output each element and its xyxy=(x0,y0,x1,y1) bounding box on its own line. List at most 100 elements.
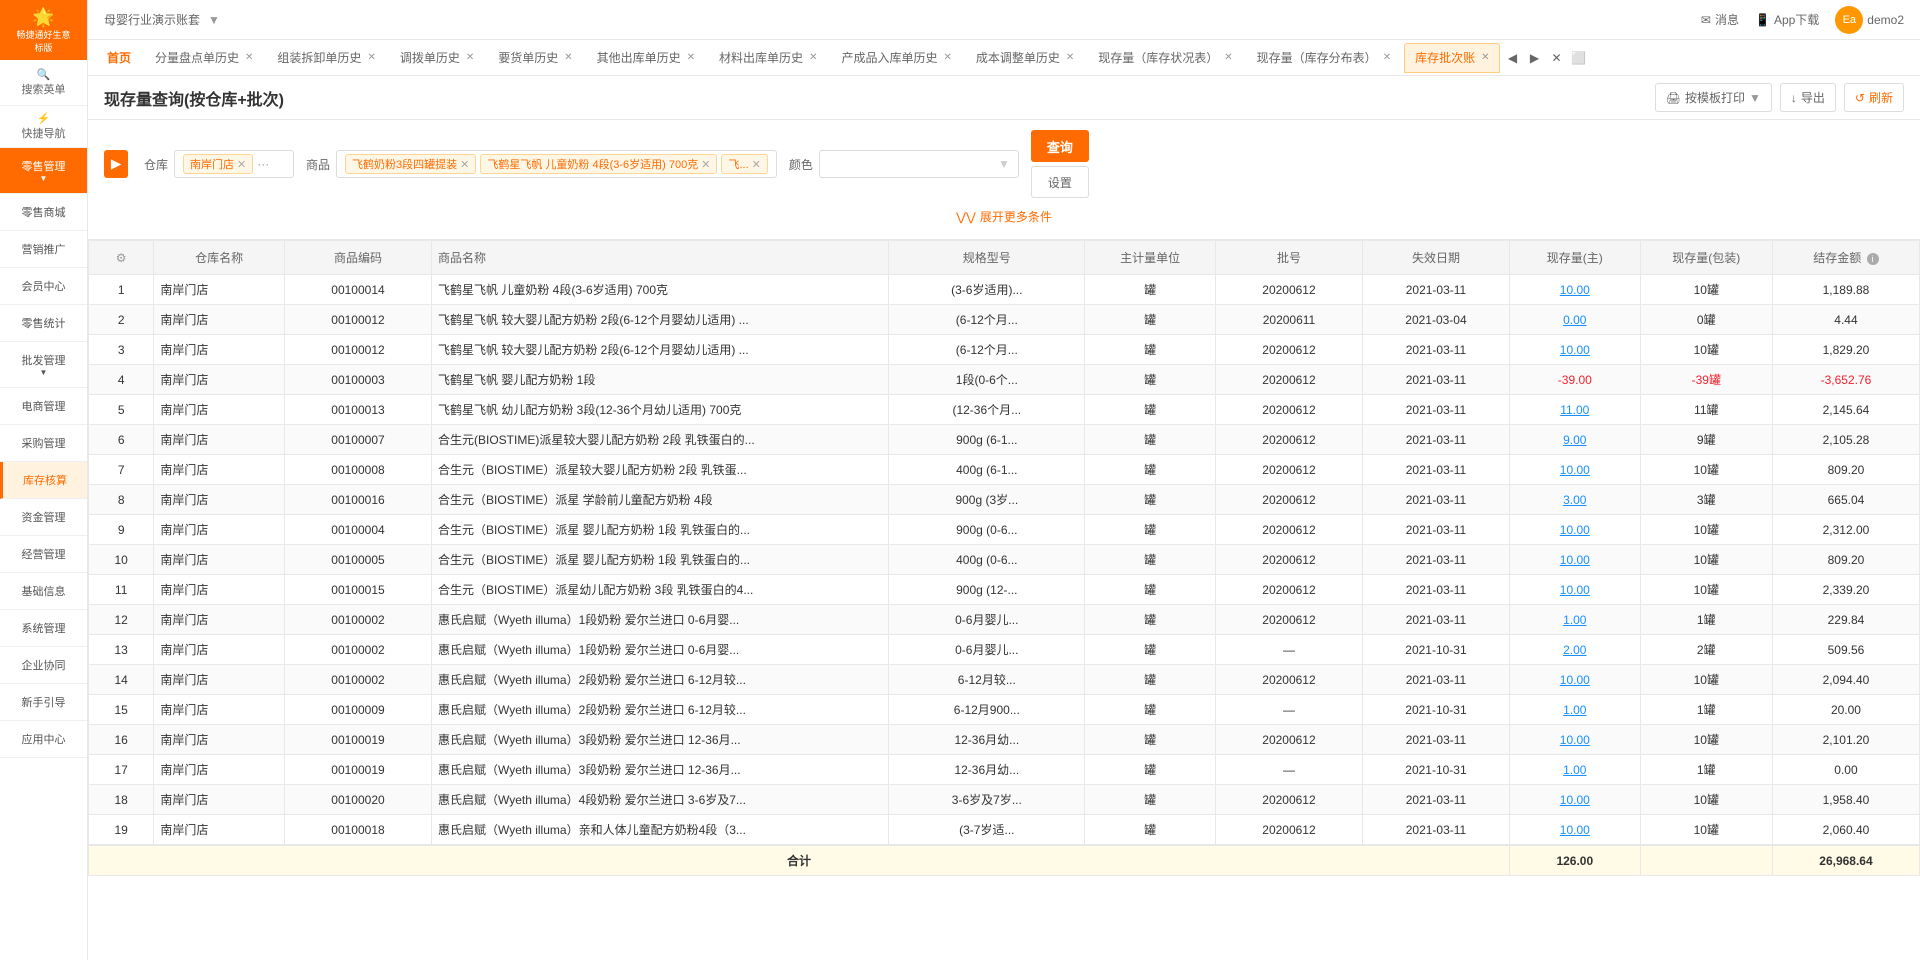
filter-expand-arrow[interactable]: ▶ xyxy=(104,150,128,178)
account-dropdown-icon[interactable]: ▼ xyxy=(208,13,220,27)
row-name-10: 合生元（BIOSTIME）派星幼儿配方奶粉 3段 乳铁蛋白的4... xyxy=(431,575,888,605)
row-code-0: 00100014 xyxy=(284,275,431,305)
tab-next-btn[interactable]: ▶ xyxy=(1524,48,1544,68)
refresh-button[interactable]: ↺ 刷新 xyxy=(1844,83,1904,112)
sidebar-item-member[interactable]: 会员中心 xyxy=(0,268,87,305)
sidebar-item-app-center[interactable]: 应用中心 xyxy=(0,721,87,758)
expand-conditions-btn[interactable]: ⋁⋁ 展开更多条件 xyxy=(956,208,1052,225)
tab-9[interactable]: 现存量（库存状况表） ✕ xyxy=(1087,43,1243,73)
sidebar-item-purchase[interactable]: 采购管理 xyxy=(0,425,87,462)
warehouse-tag-close[interactable]: ✕ xyxy=(237,158,246,171)
tab-home[interactable]: 首页 xyxy=(96,43,142,73)
tab-maximize-btn[interactable]: ⬜ xyxy=(1568,48,1588,68)
row-qty-8[interactable]: 10.00 xyxy=(1509,515,1640,545)
tab-7-close[interactable]: ✕ xyxy=(943,52,951,63)
row-qty-17[interactable]: 10.00 xyxy=(1509,785,1640,815)
row-qty-1[interactable]: 0.00 xyxy=(1509,305,1640,335)
product-tag-3-close[interactable]: ✕ xyxy=(752,158,761,171)
sidebar-item-retail-stats[interactable]: 零售统计 xyxy=(0,305,87,342)
tab-10[interactable]: 现存量（库存分布表） ✕ xyxy=(1246,43,1402,73)
row-qty-2[interactable]: 10.00 xyxy=(1509,335,1640,365)
color-input[interactable]: ▼ xyxy=(819,150,1019,178)
sidebar-item-ecommerce[interactable]: 电商管理 xyxy=(0,388,87,425)
tab-11-close[interactable]: ✕ xyxy=(1481,52,1489,63)
sidebar-item-retail-mall[interactable]: 零售商城 xyxy=(0,194,87,231)
product-input[interactable]: 飞鹤奶粉3段四罐提装 ✕ 飞鹤星飞帆 儿童奶粉 4段(3-6岁适用) 700克 … xyxy=(336,150,777,178)
user-menu[interactable]: Ea demo2 xyxy=(1835,6,1904,34)
tab-2[interactable]: 组装拆卸单历史 ✕ xyxy=(266,43,386,73)
tab-4-close[interactable]: ✕ xyxy=(564,52,572,63)
tab-3-close[interactable]: ✕ xyxy=(466,52,474,63)
app-download-btn[interactable]: 📱 App下载 xyxy=(1755,11,1819,28)
product-tag-1-close[interactable]: ✕ xyxy=(460,158,469,171)
warehouse-input[interactable]: 南岸门店 ✕ ··· xyxy=(174,150,294,178)
amount-info-icon[interactable]: i xyxy=(1867,253,1879,265)
table-row: 1 南岸门店 00100014 飞鹤星飞帆 儿童奶粉 4段(3-6岁适用) 70… xyxy=(89,275,1920,305)
gear-icon[interactable]: ⚙ xyxy=(114,251,128,265)
row-qty-11[interactable]: 1.00 xyxy=(1509,605,1640,635)
sidebar-item-marketing[interactable]: 营销推广 xyxy=(0,231,87,268)
setting-button[interactable]: 设置 xyxy=(1031,166,1089,198)
export-button[interactable]: ↓ 导出 xyxy=(1780,83,1836,112)
sidebar-item-wholesale[interactable]: 批发管理 ▼ xyxy=(0,342,87,388)
row-unit-5: 罐 xyxy=(1085,425,1216,455)
tab-1[interactable]: 分量盘点单历史 ✕ xyxy=(144,43,264,73)
row-qty-16[interactable]: 1.00 xyxy=(1509,755,1640,785)
account-selector[interactable]: 母婴行业演示账套 ▼ xyxy=(104,11,220,28)
sidebar-item-quicknav[interactable]: ⚡ 快捷导航 xyxy=(0,106,87,148)
tab-6[interactable]: 材料出库单历史 ✕ xyxy=(708,43,828,73)
row-amount-4: 2,145.64 xyxy=(1772,395,1919,425)
print-button[interactable]: 🖨 按模板打印 ▼ xyxy=(1655,83,1772,112)
row-batch-7: 20200612 xyxy=(1215,485,1362,515)
tab-7[interactable]: 产成品入库单历史 ✕ xyxy=(830,43,962,73)
tab-6-close[interactable]: ✕ xyxy=(809,52,817,63)
row-code-3: 00100003 xyxy=(284,365,431,395)
sidebar-item-basic-info[interactable]: 基础信息 xyxy=(0,573,87,610)
row-qty-14[interactable]: 1.00 xyxy=(1509,695,1640,725)
tab-prev-btn[interactable]: ◀ xyxy=(1502,48,1522,68)
row-pkg-18: 10罐 xyxy=(1640,815,1772,846)
tab-close-all-btn[interactable]: ✕ xyxy=(1546,48,1566,68)
sidebar-item-finance[interactable]: 资金管理 xyxy=(0,499,87,536)
sidebar-item-corp-collab[interactable]: 企业协同 xyxy=(0,647,87,684)
row-qty-12[interactable]: 2.00 xyxy=(1509,635,1640,665)
row-spec-1: (6-12个月... xyxy=(889,305,1085,335)
tab-5[interactable]: 其他出库单历史 ✕ xyxy=(586,43,706,73)
row-qty-5[interactable]: 9.00 xyxy=(1509,425,1640,455)
print-dropdown-icon[interactable]: ▼ xyxy=(1749,91,1761,105)
row-expire-2: 2021-03-11 xyxy=(1362,335,1509,365)
row-qty-6[interactable]: 10.00 xyxy=(1509,455,1640,485)
col-header-settings[interactable]: ⚙ xyxy=(89,241,154,275)
row-qty-7[interactable]: 3.00 xyxy=(1509,485,1640,515)
row-code-15: 00100019 xyxy=(284,725,431,755)
tab-5-close[interactable]: ✕ xyxy=(687,52,695,63)
sidebar-item-retail-management[interactable]: 零售管理 ▼ xyxy=(0,148,87,194)
sidebar-item-operation[interactable]: 经营管理 xyxy=(0,536,87,573)
sidebar-item-search[interactable]: 🔍 搜索英单 xyxy=(0,60,87,106)
tab-8[interactable]: 成本调整单历史 ✕ xyxy=(965,43,1085,73)
sidebar-logo: 🌟 畅捷通好生意 标版 xyxy=(0,0,88,60)
query-button[interactable]: 查询 xyxy=(1031,130,1089,162)
tab-4[interactable]: 要货单历史 ✕ xyxy=(487,43,583,73)
row-qty-10[interactable]: 10.00 xyxy=(1509,575,1640,605)
row-qty-0[interactable]: 10.00 xyxy=(1509,275,1640,305)
row-qty-18[interactable]: 10.00 xyxy=(1509,815,1640,846)
row-name-2: 飞鹤星飞帆 较大婴儿配方奶粉 2段(6-12个月婴幼儿适用) ... xyxy=(431,335,888,365)
tab-8-close[interactable]: ✕ xyxy=(1066,52,1074,63)
tab-9-close[interactable]: ✕ xyxy=(1224,52,1232,63)
row-qty-9[interactable]: 10.00 xyxy=(1509,545,1640,575)
row-qty-4[interactable]: 11.00 xyxy=(1509,395,1640,425)
row-qty-13[interactable]: 10.00 xyxy=(1509,665,1640,695)
tab-3[interactable]: 调拨单历史 ✕ xyxy=(389,43,485,73)
sidebar-item-inventory[interactable]: 库存核算 xyxy=(0,462,87,499)
tab-11[interactable]: 库存批次账 ✕ xyxy=(1404,43,1500,73)
tab-10-close[interactable]: ✕ xyxy=(1383,52,1391,63)
messages-btn[interactable]: ✉ 消息 xyxy=(1701,11,1739,28)
sidebar-item-system[interactable]: 系统管理 xyxy=(0,610,87,647)
tab-2-close[interactable]: ✕ xyxy=(367,52,375,63)
row-qty-15[interactable]: 10.00 xyxy=(1509,725,1640,755)
tab-1-close[interactable]: ✕ xyxy=(245,52,253,63)
product-tag-2-close[interactable]: ✕ xyxy=(701,158,710,171)
sidebar-item-guide[interactable]: 新手引导 xyxy=(0,684,87,721)
row-qty-3[interactable]: -39.00 xyxy=(1509,365,1640,395)
